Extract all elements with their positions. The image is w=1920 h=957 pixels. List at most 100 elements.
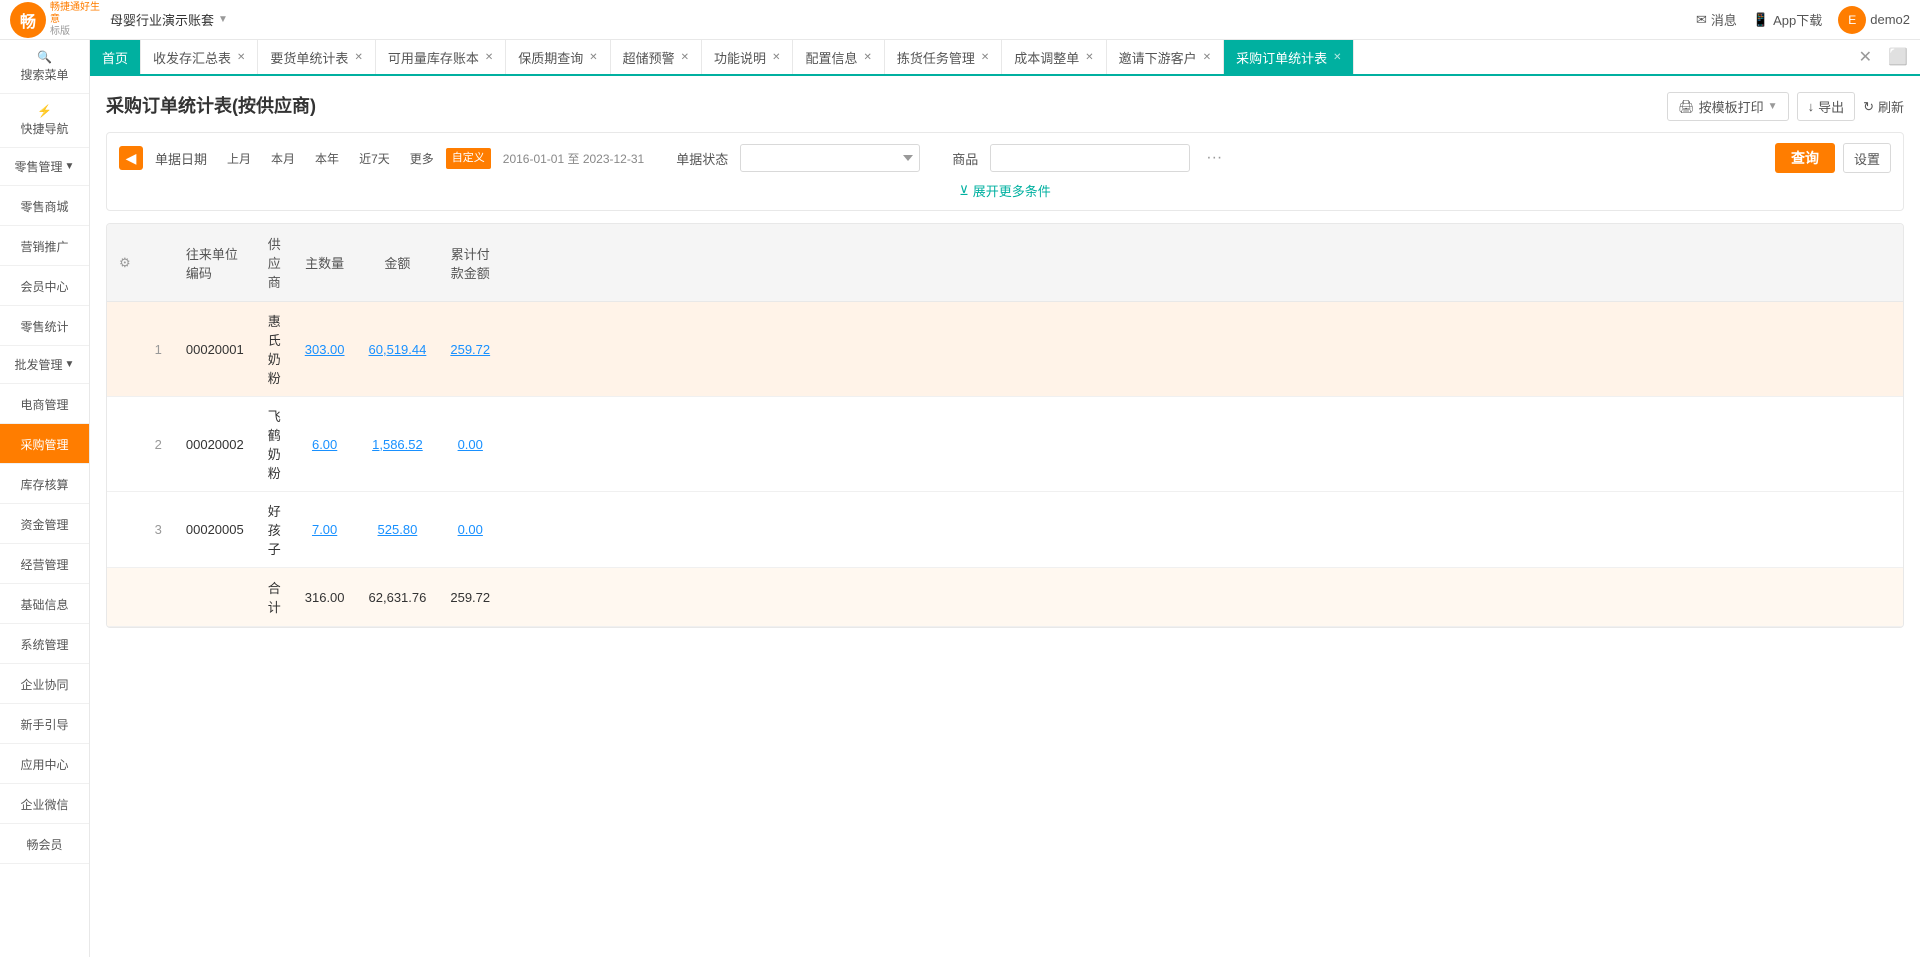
tab-close-icon[interactable]: ✕ (981, 52, 989, 63)
row-paid: 0.00 (438, 492, 502, 568)
paid-link[interactable]: 0.00 (458, 522, 483, 537)
tab-close-icon[interactable]: ✕ (772, 52, 780, 63)
app-container: 畅 畅捷通好生意 标版 母婴行业演示账套 ▼ ✉ 消息 📱 App下载 (0, 0, 1920, 957)
arrow-down-icon2: ▼ (65, 359, 75, 370)
sidebar-item-retail-stat[interactable]: 零售统计 (0, 306, 89, 346)
date-quick-btns: 上月 本月 本年 近7天 更多 自定义 (219, 148, 491, 169)
date-filter-label: 单据日期 (155, 149, 207, 168)
tab-close-icon[interactable]: ✕ (485, 52, 493, 63)
row-amount: 1,586.52 (357, 397, 439, 492)
tab-feature-doc[interactable]: 功能说明 ✕ (702, 40, 793, 75)
sidebar-item-basic[interactable]: 基础信息 (0, 584, 89, 624)
goods-filter-label: 商品 (952, 149, 978, 168)
status-select[interactable] (740, 144, 920, 172)
tab-close-icon[interactable]: ✕ (681, 52, 689, 63)
sidebar-item-retail[interactable]: 零售管理 ▼ (0, 148, 89, 186)
tab-label: 保质期查询 (518, 48, 583, 67)
row-num: 2 (143, 397, 174, 492)
qty-link[interactable]: 6.00 (312, 437, 337, 452)
avatar-text: E (1848, 13, 1856, 27)
top-bar-right: ✉ 消息 📱 App下载 E demo2 (1696, 6, 1910, 34)
tab-home[interactable]: 首页 (90, 40, 141, 75)
tab-close-icon[interactable]: ✕ (1203, 52, 1211, 63)
amount-link[interactable]: 60,519.44 (369, 342, 427, 357)
tab-close-icon[interactable]: ✕ (863, 52, 871, 63)
date-btn-this-year[interactable]: 本年 (307, 148, 347, 169)
table-body: 1 00020001 惠氏奶粉 303.00 60,519.44 259.72 … (107, 302, 1903, 568)
sidebar-item-app-center[interactable]: 应用中心 (0, 744, 89, 784)
date-btn-more[interactable]: 更多 (402, 148, 442, 169)
date-btn-this-month[interactable]: 本月 (263, 148, 303, 169)
sidebar-item-shortcut[interactable]: ⚡ 快捷导航 (0, 94, 89, 148)
tab-bar-actions: ✕ ⬜ (1847, 47, 1920, 67)
sidebar-item-retail-shop[interactable]: 零售商城 (0, 186, 89, 226)
tab-purchase-stat[interactable]: 采购订单统计表 ✕ (1224, 40, 1354, 75)
user-profile[interactable]: E demo2 (1838, 6, 1910, 34)
col-settings-icon[interactable]: ⚙ (107, 224, 143, 302)
date-range-display: 2016-01-01 至 2023-12-31 (503, 150, 644, 167)
expand-more-btn[interactable]: ⊻ 展开更多条件 (119, 181, 1891, 200)
qty-link[interactable]: 7.00 (312, 522, 337, 537)
table-row: 1 00020001 惠氏奶粉 303.00 60,519.44 259.72 (107, 302, 1903, 397)
workspace-selector[interactable]: 母婴行业演示账套 ▼ (110, 10, 228, 29)
avatar: E (1838, 6, 1866, 34)
sidebar-item-finance[interactable]: 资金管理 (0, 504, 89, 544)
goods-input[interactable] (990, 144, 1190, 172)
sidebar-item-ops[interactable]: 经营管理 (0, 544, 89, 584)
sidebar-item-enterprise[interactable]: 企业协同 (0, 664, 89, 704)
sidebar-item-newbie[interactable]: 新手引导 (0, 704, 89, 744)
sidebar: 🔍 搜索菜单 ⚡ 快捷导航 零售管理 ▼ 零售商城 营销推广 会员中心 零售统计 (0, 40, 90, 957)
amount-link[interactable]: 1,586.52 (372, 437, 423, 452)
sidebar-item-search[interactable]: 🔍 搜索菜单 (0, 40, 89, 94)
tab-invite-downstream[interactable]: 邀请下游客户 ✕ (1107, 40, 1224, 75)
app-download-btn[interactable]: 📱 App下载 (1753, 10, 1822, 29)
query-button[interactable]: 查询 (1775, 143, 1835, 173)
date-btn-last-month[interactable]: 上月 (219, 148, 259, 169)
tab-close-icon[interactable]: ✕ (354, 52, 362, 63)
paid-link[interactable]: 0.00 (458, 437, 483, 452)
sidebar-item-member[interactable]: 会员中心 (0, 266, 89, 306)
row-num: 1 (143, 302, 174, 397)
tab-label: 拣货任务管理 (897, 48, 975, 67)
footer-num-col (143, 568, 174, 627)
tab-label: 采购订单统计表 (1236, 48, 1327, 67)
message-btn[interactable]: ✉ 消息 (1696, 10, 1737, 29)
tab-usable-inventory[interactable]: 可用量库存账本 ✕ (376, 40, 506, 75)
amount-link[interactable]: 525.80 (378, 522, 418, 537)
tab-close-all-btn[interactable]: ✕ (1855, 47, 1876, 67)
sidebar-item-inventory[interactable]: 库存核算 (0, 464, 89, 504)
sidebar-item-marketing[interactable]: 营销推广 (0, 226, 89, 266)
paid-link[interactable]: 259.72 (450, 342, 490, 357)
tab-shelf-life[interactable]: 保质期查询 ✕ (506, 40, 610, 75)
tab-close-icon[interactable]: ✕ (1085, 52, 1093, 63)
tab-label: 配置信息 (805, 48, 857, 67)
print-button[interactable]: 🖨 按模板打印 ▼ (1667, 92, 1788, 121)
more-filter-dots[interactable]: ··· (1206, 149, 1222, 167)
tab-pick-task[interactable]: 拣货任务管理 ✕ (885, 40, 1002, 75)
data-table-container: ⚙ 往来单位编码 供应商 主数量 金额 累计付款金额 (106, 223, 1904, 628)
sidebar-item-vip[interactable]: 畅会员 (0, 824, 89, 864)
settings-button[interactable]: 设置 (1843, 143, 1891, 173)
refresh-button[interactable]: ↻ 刷新 (1863, 97, 1904, 116)
sidebar-item-wholesale[interactable]: 批发管理 ▼ (0, 346, 89, 384)
tab-goods-stat[interactable]: 要货单统计表 ✕ (258, 40, 375, 75)
date-btn-7days[interactable]: 近7天 (351, 148, 398, 169)
sidebar-item-purchase[interactable]: 采购管理 (0, 424, 89, 464)
sidebar-item-wechat[interactable]: 企业微信 (0, 784, 89, 824)
tab-receive-pay[interactable]: 收发存汇总表 ✕ (141, 40, 258, 75)
sidebar-item-ecommerce[interactable]: 电商管理 (0, 384, 89, 424)
tab-config-info[interactable]: 配置信息 ✕ (793, 40, 884, 75)
qty-link[interactable]: 303.00 (305, 342, 345, 357)
footer-settings-col (107, 568, 143, 627)
row-supplier-name: 飞鹤奶粉 (256, 397, 293, 492)
row-qty: 7.00 (293, 492, 357, 568)
tab-over-stock[interactable]: 超储预警 ✕ (611, 40, 702, 75)
filter-collapse-btn[interactable]: ◀ (119, 146, 143, 170)
tab-close-icon[interactable]: ✕ (237, 52, 245, 63)
export-button[interactable]: ↓ 导出 (1797, 92, 1856, 121)
tab-cost-adjust[interactable]: 成本调整单 ✕ (1002, 40, 1106, 75)
tab-close-icon[interactable]: ✕ (589, 52, 597, 63)
tab-maximize-btn[interactable]: ⬜ (1884, 47, 1912, 67)
sidebar-item-system[interactable]: 系统管理 (0, 624, 89, 664)
tab-close-icon[interactable]: ✕ (1333, 52, 1341, 63)
